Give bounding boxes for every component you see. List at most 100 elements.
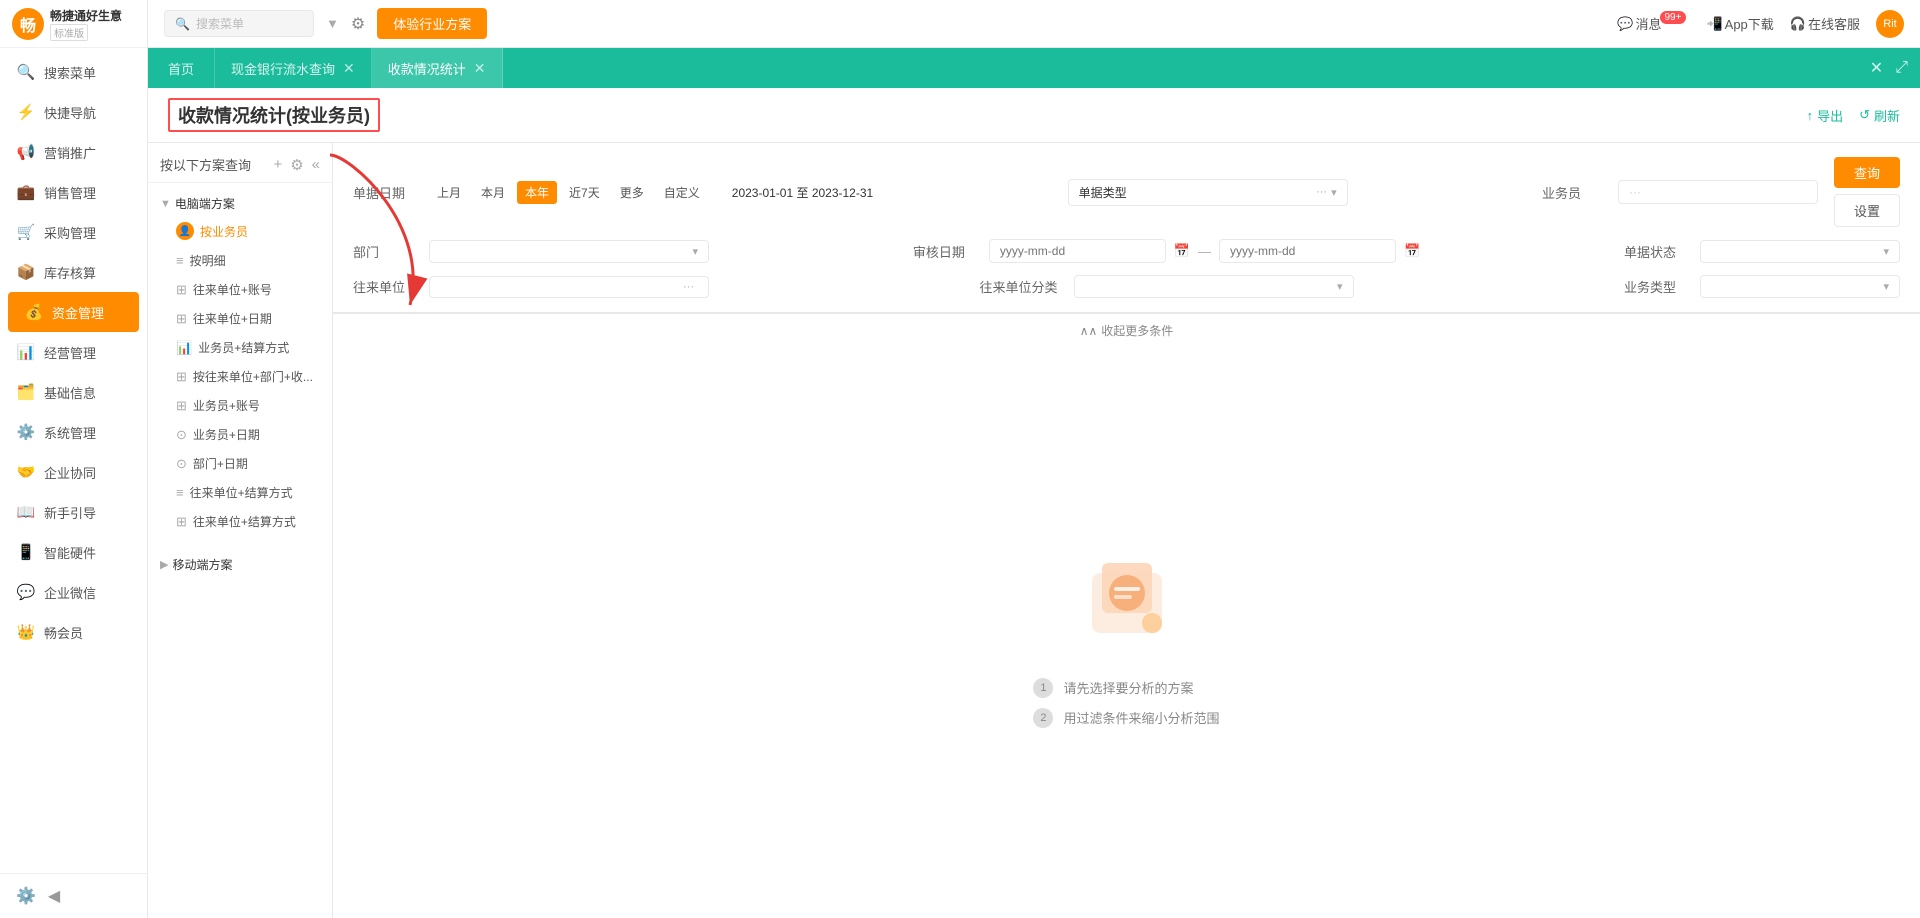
sidebar-item-label: 企业微信 (44, 583, 96, 602)
partner-select[interactable]: ··· (429, 276, 709, 298)
sidebar-item-business[interactable]: 📊 经营管理 (0, 332, 147, 372)
system-icon: ⚙️ (16, 422, 36, 442)
date-tab-last7[interactable]: 近7天 (561, 181, 608, 204)
date-tabs: 上月 本月 本年 近7天 更多 自定义 (429, 181, 708, 204)
unit-settle2-icon: ⊞ (176, 514, 187, 530)
collapse-button[interactable]: ∧∧ 收起更多条件 (333, 313, 1920, 347)
sidebar-item-basic[interactable]: 🗂️ 基础信息 (0, 372, 147, 412)
user-area[interactable]: Rit (1876, 10, 1904, 38)
scheme-item-label: 按往来单位+部门+收... (193, 368, 313, 385)
sidebar-item-member[interactable]: 👑 畅会员 (0, 612, 147, 652)
footer-collapse-icon[interactable]: ◀ (48, 886, 60, 906)
export-button[interactable]: ↑ 导出 (1807, 106, 1844, 125)
panel-header: 按以下方案查询 + ⚙ « (148, 143, 332, 183)
logo-name: 畅捷通好生意 (50, 7, 122, 24)
main-area: 🔍 搜索菜单 ▼ ⚙ 体验行业方案 💬 消息 99+ 📲 App下载 🎧 在线客… (148, 0, 1920, 918)
wechat-icon: 💬 (16, 582, 36, 602)
scheme-group-desktop-title[interactable]: ▼ 电脑端方案 (148, 191, 332, 216)
staff-date-icon: ⊙ (176, 427, 187, 443)
refresh-button[interactable]: ↺ 刷新 (1859, 106, 1900, 125)
tab-collection-stats[interactable]: 收款情况统计 ✕ (372, 48, 503, 88)
scheme-item-label: 部门+日期 (193, 455, 248, 472)
marketing-icon: 📢 (16, 142, 36, 162)
scheme-item-counterpart-account[interactable]: ⊞ 往来单位+账号 (148, 275, 332, 304)
date-tab-more[interactable]: 更多 (612, 181, 652, 204)
sidebar-item-wechat[interactable]: 💬 企业微信 (0, 572, 147, 612)
panel-collapse-icon[interactable]: « (312, 156, 320, 174)
query-button[interactable]: 查询 (1834, 157, 1900, 188)
sidebar-item-sales[interactable]: 💼 销售管理 (0, 172, 147, 212)
scheme-item-label: 往来单位+结算方式 (190, 484, 293, 501)
app-download-area[interactable]: 📲 App下载 (1706, 14, 1773, 33)
calendar-end-icon[interactable]: 📅 (1404, 243, 1420, 259)
topbar-search-text: 搜索菜单 (196, 15, 244, 32)
tab-bank-flow[interactable]: 现金银行流水查询 ✕ (215, 48, 372, 88)
partner-category-select[interactable]: ▾ (1074, 275, 1354, 298)
finance-icon: 💰 (24, 302, 44, 322)
date-tab-last-month[interactable]: 上月 (429, 181, 469, 204)
sidebar-item-search[interactable]: 🔍 搜索菜单 (0, 52, 147, 92)
plan-button[interactable]: 体验行业方案 (377, 8, 487, 39)
avatar: Rit (1876, 10, 1904, 38)
tab-bank-flow-close-icon[interactable]: ✕ (343, 60, 355, 77)
sidebar-item-guide[interactable]: 📖 新手引导 (0, 492, 147, 532)
settings-button[interactable]: 设置 (1834, 194, 1900, 227)
calendar-start-icon[interactable]: 📅 (1174, 243, 1190, 259)
sidebar-item-purchase[interactable]: 🛒 采购管理 (0, 212, 147, 252)
date-range-text: 2023-01-01 至 2023-12-31 (732, 184, 873, 201)
sidebar-item-inventory[interactable]: 📦 库存核算 (0, 252, 147, 292)
scheme-item-staff-settle[interactable]: 📊 业务员+结算方式 (148, 333, 332, 362)
sidebar-item-finance[interactable]: 💰 资金管理 (8, 292, 139, 332)
sidebar-item-quicknav[interactable]: ⚡ 快捷导航 (0, 92, 147, 132)
date-label: 单据日期 (353, 183, 413, 202)
empty-tip-2-text: 用过滤条件来缩小分析范围 (1063, 708, 1219, 727)
tab-spacer (503, 48, 1858, 88)
business-type-select[interactable]: ▾ (1700, 275, 1900, 298)
date-tab-custom[interactable]: 自定义 (656, 181, 708, 204)
scheme-item-label: 往来单位+账号 (193, 281, 272, 298)
tab-collection-stats-close-icon[interactable]: ✕ (474, 60, 486, 77)
tab-fullscreen-icon[interactable]: ⤢ (1895, 59, 1908, 77)
topbar-gear-icon[interactable]: ⚙ (351, 14, 365, 34)
tab-collection-stats-label: 收款情况统计 (388, 59, 466, 78)
panel-settings-icon[interactable]: ⚙ (290, 156, 303, 174)
scheme-group-mobile: ▶ 移动端方案 (148, 544, 332, 585)
logo-area: 畅 畅捷通好生意 标准版 (0, 0, 147, 48)
panel-add-icon[interactable]: + (273, 156, 282, 174)
scheme-item-counterpart-date[interactable]: ⊞ 往来单位+日期 (148, 304, 332, 333)
tab-home[interactable]: 首页 (148, 48, 215, 88)
tab-actions: ✕ ⤢ (1858, 48, 1920, 88)
bill-type-select[interactable]: 单据类型 ··· ▾ (1068, 179, 1348, 206)
sidebar-item-marketing[interactable]: 📢 营销推广 (0, 132, 147, 172)
messages-area[interactable]: 💬 消息 99+ (1617, 14, 1690, 33)
scheme-item-dept-date[interactable]: ⊙ 部门+日期 (148, 449, 332, 478)
scheme-item-unit-dept-collect[interactable]: ⊞ 按往来单位+部门+收... (148, 362, 332, 391)
tab-close-all-icon[interactable]: ✕ (1870, 58, 1883, 78)
staff-select[interactable]: ··· (1618, 180, 1818, 204)
tab-home-label: 首页 (168, 59, 194, 78)
online-service-area[interactable]: 🎧 在线客服 (1790, 14, 1860, 33)
bill-status-select[interactable]: ▾ (1700, 240, 1900, 263)
topbar-search-box[interactable]: 🔍 搜索菜单 (164, 10, 314, 37)
scheme-item-unit-settle2[interactable]: ⊞ 往来单位+结算方式 (148, 507, 332, 536)
scheme-item-by-detail[interactable]: ≡ 按明细 (148, 246, 332, 275)
empty-tip-1: 1 请先选择要分析的方案 (1033, 678, 1219, 698)
sidebar-item-system[interactable]: ⚙️ 系统管理 (0, 412, 147, 452)
scheme-item-unit-settle1[interactable]: ≡ 往来单位+结算方式 (148, 478, 332, 507)
export-icon: ↑ (1807, 108, 1814, 123)
topbar-arrow-icon: ▼ (326, 16, 339, 31)
scheme-item-staff-date[interactable]: ⊙ 业务员+日期 (148, 420, 332, 449)
sidebar-item-enterprise[interactable]: 🤝 企业协同 (0, 452, 147, 492)
scheme-item-staff-account[interactable]: ⊞ 业务员+账号 (148, 391, 332, 420)
empty-tip-1-text: 请先选择要分析的方案 (1063, 678, 1193, 697)
date-tab-this-month[interactable]: 本月 (473, 181, 513, 204)
scheme-group-mobile-title[interactable]: ▶ 移动端方案 (148, 552, 332, 577)
audit-date-end-input[interactable] (1219, 239, 1396, 263)
date-tab-this-year[interactable]: 本年 (517, 181, 557, 204)
dept-select[interactable]: ▾ (429, 240, 709, 263)
footer-settings-icon[interactable]: ⚙️ (16, 886, 36, 906)
audit-date-start-input[interactable] (989, 239, 1166, 263)
scheme-item-by-staff[interactable]: 👤 按业务员 (148, 216, 332, 246)
sidebar-item-hardware[interactable]: 📱 智能硬件 (0, 532, 147, 572)
sidebar-item-label: 快捷导航 (44, 103, 96, 122)
